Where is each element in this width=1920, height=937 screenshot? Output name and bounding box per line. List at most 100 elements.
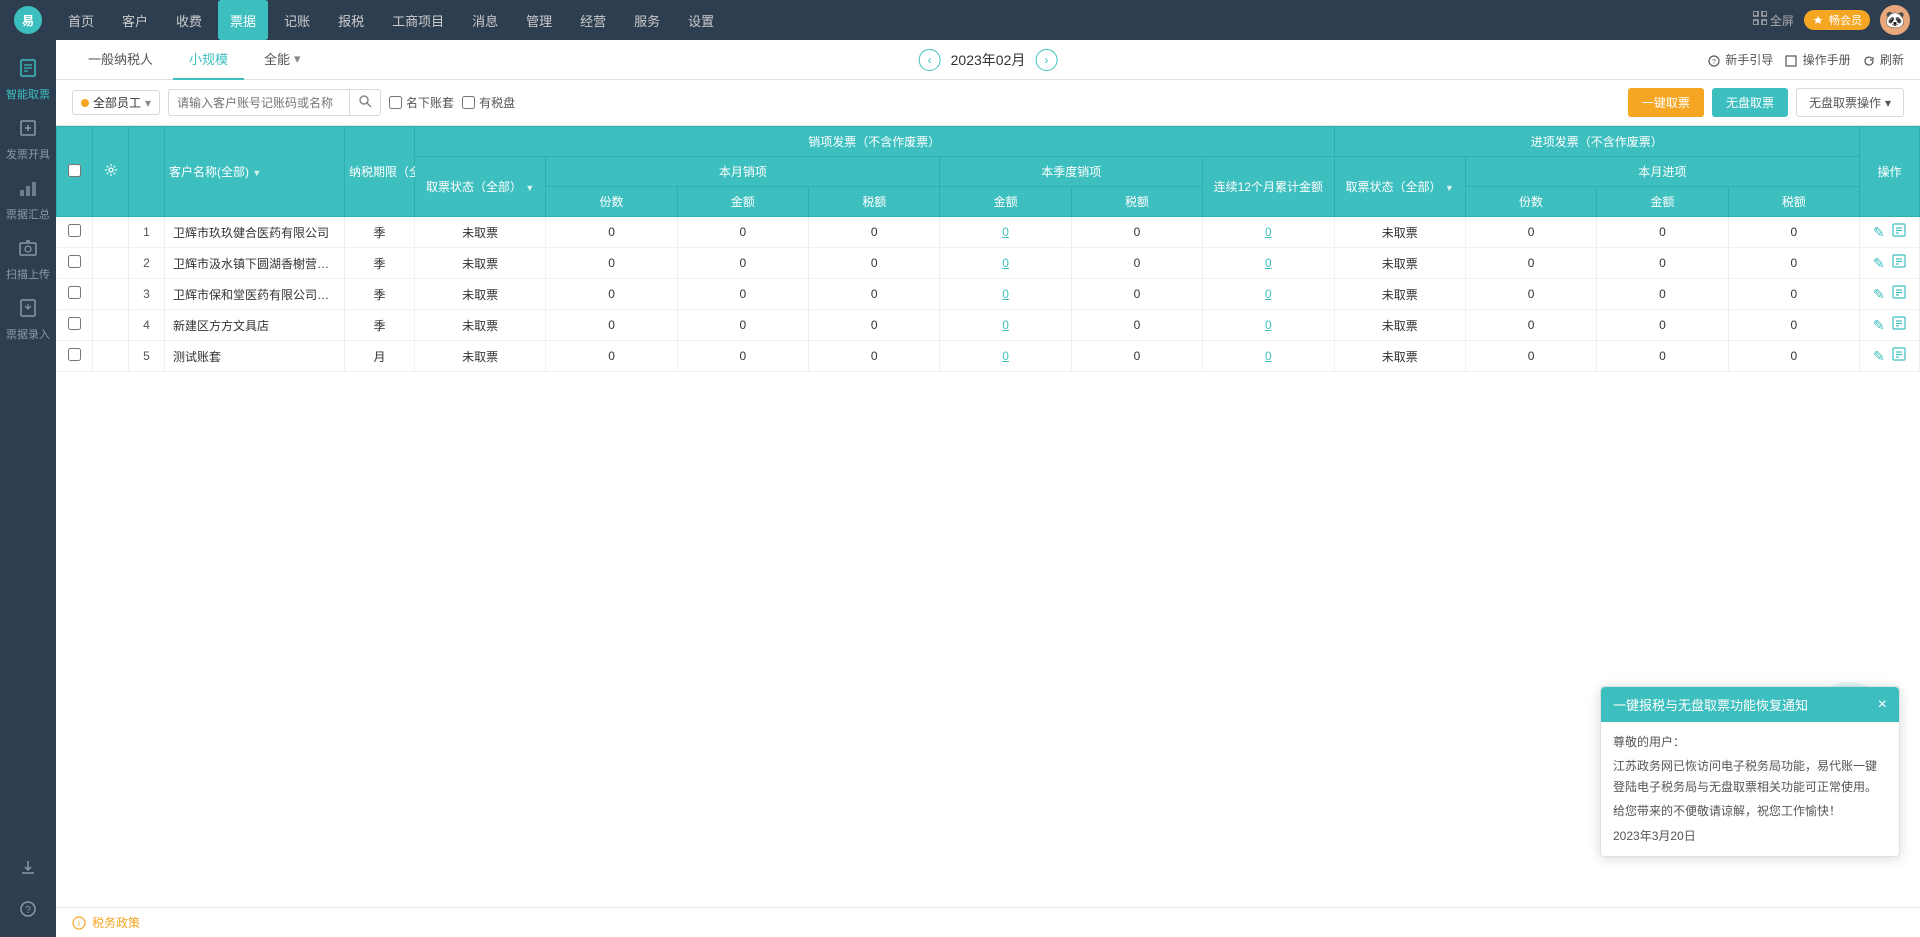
row-checkbox-cell[interactable] — [57, 310, 93, 341]
has-taxdisk-checkbox[interactable]: 有税盘 — [462, 94, 515, 111]
row-settings-cell[interactable] — [93, 279, 129, 310]
row-sales-quarter-amount: 0 — [940, 279, 1071, 310]
row-detail-icon[interactable] — [1892, 317, 1906, 333]
tab-general-taxpayer[interactable]: 一般纳税人 — [72, 40, 169, 80]
th-sales-status[interactable]: 取票状态（全部） — [415, 157, 546, 217]
th-checkbox[interactable] — [57, 127, 93, 217]
nav-invoice[interactable]: 票据 — [218, 0, 268, 40]
row-sales-status: 未取票 — [415, 248, 546, 279]
sidebar-download[interactable] — [10, 850, 46, 886]
cumulative-link[interactable]: 0 — [1265, 287, 1272, 301]
nav-operations[interactable]: 经营 — [568, 0, 618, 40]
search-input[interactable] — [169, 92, 349, 114]
nodisk-fetch-button[interactable]: 无盘取票 — [1712, 88, 1788, 117]
sidebar-item-smart-invoice[interactable]: 智能取票 — [0, 50, 56, 110]
row-checkbox[interactable] — [68, 348, 81, 361]
tab-small-scale[interactable]: 小规模 — [173, 40, 244, 80]
row-num: 3 — [129, 279, 165, 310]
quarter-amount-link[interactable]: 0 — [1002, 225, 1009, 239]
tab-all-capable[interactable]: 全能 ▾ — [248, 40, 317, 80]
th-tax-period[interactable]: 纳税期限（全部） — [345, 127, 415, 217]
row-checkbox-cell[interactable] — [57, 217, 93, 248]
row-settings-cell[interactable] — [93, 217, 129, 248]
search-button[interactable] — [349, 90, 380, 115]
employee-filter[interactable]: 全部员工 ▾ — [72, 90, 160, 115]
beginner-guide-link[interactable]: ? 新手引导 — [1708, 51, 1773, 68]
notification-close-button[interactable]: × — [1878, 697, 1887, 713]
row-checkbox-cell[interactable] — [57, 341, 93, 372]
cumulative-link[interactable]: 0 — [1265, 349, 1272, 363]
nav-business[interactable]: 工商项目 — [380, 0, 456, 40]
sidebar-item-summary[interactable]: 票据汇总 — [0, 170, 56, 230]
quarter-amount-link[interactable]: 0 — [1002, 256, 1009, 270]
row-checkbox[interactable] — [68, 317, 81, 330]
select-all-checkbox[interactable] — [68, 164, 81, 177]
quarter-amount-link[interactable]: 0 — [1002, 349, 1009, 363]
row-edit-icon[interactable]: ✎ — [1873, 286, 1885, 302]
nav-management[interactable]: 管理 — [514, 0, 564, 40]
row-settings-cell[interactable] — [93, 248, 129, 279]
quarter-amount-link[interactable]: 0 — [1002, 287, 1009, 301]
nav-customer[interactable]: 客户 — [110, 0, 160, 40]
th-purchase-month-tax: 税额 — [1728, 187, 1859, 217]
next-month-button[interactable]: › — [1035, 49, 1057, 71]
row-purchase-status: 未取票 — [1334, 248, 1465, 279]
row-sales-quarter-amount: 0 — [940, 248, 1071, 279]
row-num: 2 — [129, 248, 165, 279]
cumulative-link[interactable]: 0 — [1265, 318, 1272, 332]
cumulative-link[interactable]: 0 — [1265, 225, 1272, 239]
row-checkbox[interactable] — [68, 255, 81, 268]
row-cumulative: 0 — [1203, 310, 1334, 341]
my-accounts-checkbox[interactable]: 名下账套 — [389, 94, 454, 111]
quarter-amount-link[interactable]: 0 — [1002, 318, 1009, 332]
tax-policy-link[interactable]: 税务政策 — [92, 914, 140, 931]
refresh-link[interactable]: 刷新 — [1863, 51, 1904, 68]
nodisk-ops-button[interactable]: 无盘取票操作 ▾ — [1796, 88, 1904, 117]
row-sales-month-tax: 0 — [809, 248, 940, 279]
nav-messages[interactable]: 消息 — [460, 0, 510, 40]
th-customer-name[interactable]: 客户名称(全部) — [165, 127, 345, 217]
row-edit-icon[interactable]: ✎ — [1873, 317, 1885, 333]
vip-badge[interactable]: 畅会员 — [1804, 10, 1870, 30]
row-detail-icon[interactable] — [1892, 348, 1906, 364]
row-checkbox[interactable] — [68, 224, 81, 237]
has-taxdisk-input[interactable] — [462, 96, 475, 109]
fullscreen-button[interactable]: 全屏 — [1753, 11, 1794, 29]
cumulative-link[interactable]: 0 — [1265, 256, 1272, 270]
row-checkbox-cell[interactable] — [57, 248, 93, 279]
nav-home[interactable]: 首页 — [56, 0, 106, 40]
nav-billing[interactable]: 收费 — [164, 0, 214, 40]
nav-menu: 首页 客户 收费 票据 记账 报税 工商项目 消息 管理 经营 服务 设置 — [56, 0, 1753, 40]
row-edit-icon[interactable]: ✎ — [1873, 224, 1885, 240]
svg-text:i: i — [78, 919, 80, 928]
row-edit-icon[interactable]: ✎ — [1873, 348, 1885, 364]
manual-link[interactable]: 操作手册 — [1785, 51, 1850, 68]
row-checkbox-cell[interactable] — [57, 279, 93, 310]
my-accounts-input[interactable] — [389, 96, 402, 109]
onekey-fetch-button[interactable]: 一键取票 — [1628, 88, 1704, 117]
row-checkbox[interactable] — [68, 286, 81, 299]
row-num: 1 — [129, 217, 165, 248]
sidebar-item-open-invoice[interactable]: 发票开具 — [0, 110, 56, 170]
tab-dropdown-icon[interactable]: ▾ — [294, 51, 301, 67]
row-detail-icon[interactable] — [1892, 255, 1906, 271]
row-settings-cell[interactable] — [93, 310, 129, 341]
nav-tax[interactable]: 报税 — [326, 0, 376, 40]
row-actions-cell: ✎ — [1860, 217, 1920, 248]
th-settings[interactable] — [93, 127, 129, 217]
prev-month-button[interactable]: ‹ — [919, 49, 941, 71]
nav-service[interactable]: 服务 — [622, 0, 672, 40]
th-purchase-status[interactable]: 取票状态（全部） — [1334, 157, 1465, 217]
row-detail-icon[interactable] — [1892, 224, 1906, 240]
row-edit-icon[interactable]: ✎ — [1873, 255, 1885, 271]
sidebar-item-entry[interactable]: 票据录入 — [0, 290, 56, 350]
sidebar-help[interactable]: ? — [10, 891, 46, 927]
app-logo[interactable]: 易 — [10, 2, 46, 38]
sub-tabs-bar: 一般纳税人 小规模 全能 ▾ ‹ 2023年02月 › ? 新手引导 操作手册 … — [56, 40, 1920, 80]
sidebar-item-scan[interactable]: 扫描上传 — [0, 230, 56, 290]
nav-settings[interactable]: 设置 — [676, 0, 726, 40]
nav-bookkeeping[interactable]: 记账 — [272, 0, 322, 40]
user-avatar[interactable]: 🐼 — [1880, 5, 1910, 35]
row-settings-cell[interactable] — [93, 341, 129, 372]
row-detail-icon[interactable] — [1892, 286, 1906, 302]
